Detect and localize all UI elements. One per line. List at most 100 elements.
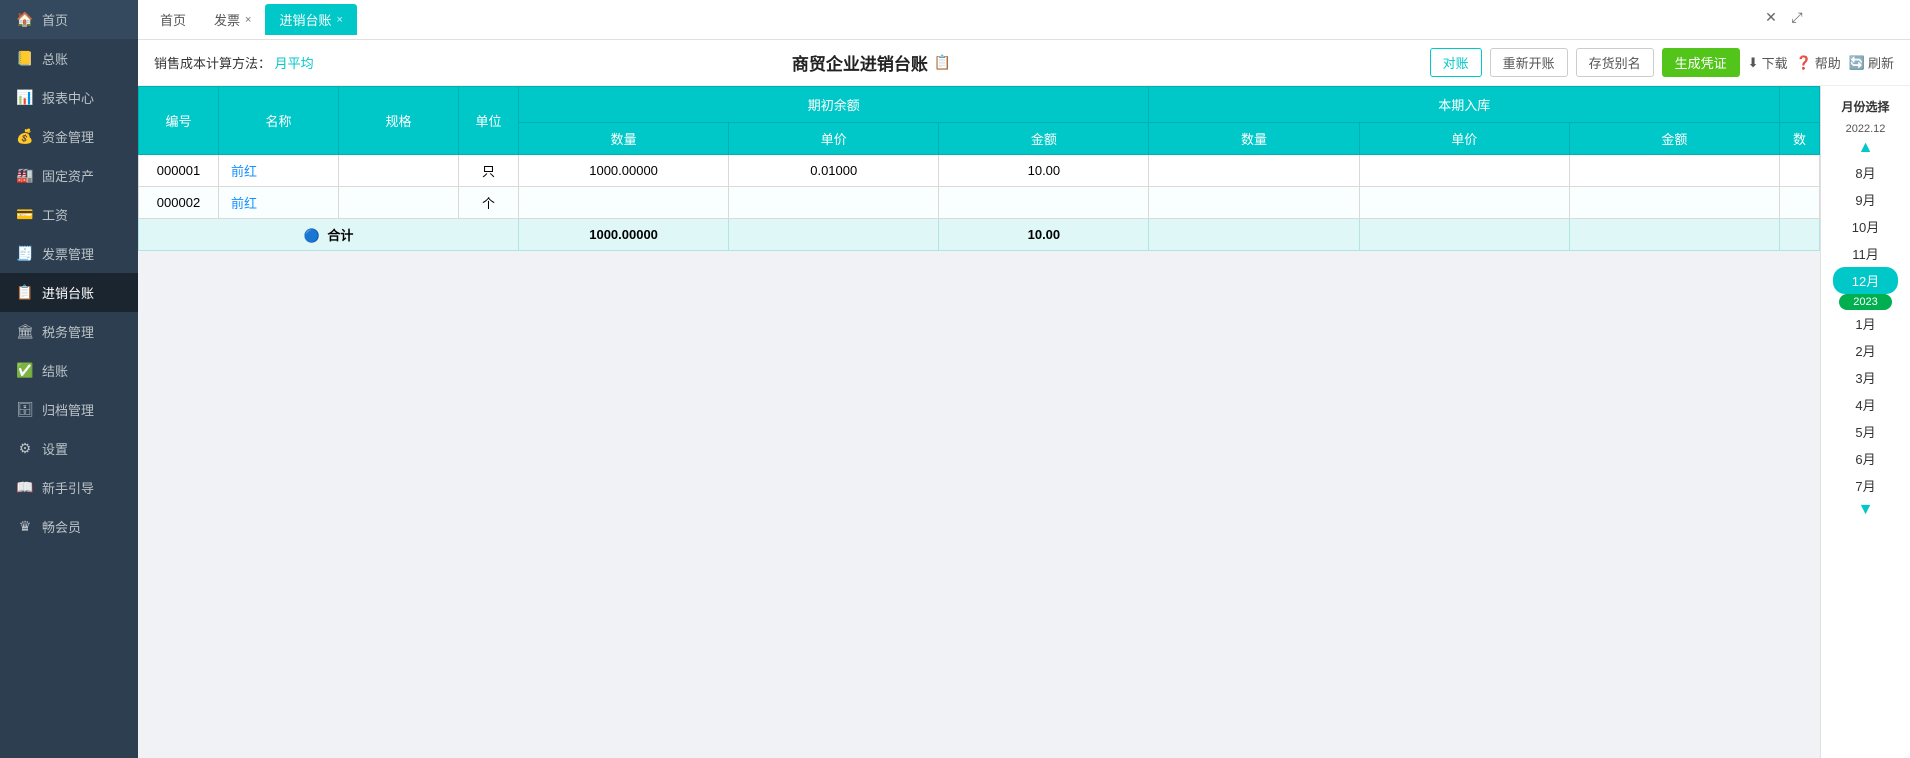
row1-unit: 只 — [459, 155, 519, 187]
download-button[interactable]: ⬇ 下载 — [1748, 53, 1788, 72]
download-icon: ⬇ — [1748, 55, 1759, 71]
total-qichu-price — [729, 219, 939, 251]
ledger-icon: 📒 — [16, 50, 34, 67]
row2-qichu-price — [729, 187, 939, 219]
month-3[interactable]: 3月 — [1821, 364, 1910, 391]
sidebar-item-fund-management[interactable]: 💰 资金管理 — [0, 117, 138, 156]
row1-qichu-price: 0.01000 — [729, 155, 939, 187]
col-header-qichu: 期初余额 — [519, 87, 1149, 123]
purchase-icon: 📋 — [16, 284, 34, 301]
col-header-ruku: 本期入库 — [1149, 87, 1780, 123]
sidebar-item-label: 结账 — [42, 361, 68, 380]
fund-icon: 💰 — [16, 128, 34, 145]
sidebar-item-report-center[interactable]: 📊 报表中心 — [0, 78, 138, 117]
total-qichu-amount: 10.00 — [939, 219, 1149, 251]
row2-spec — [339, 187, 459, 219]
sidebar: 🏠 首页 📒 总账 📊 报表中心 💰 资金管理 🏭 固定资产 💳 工资 🧾 发票… — [0, 0, 138, 758]
sidebar-item-label: 固定资产 — [42, 166, 94, 185]
month-picker: 月份选择 2022.12 ▲ 8月 9月 10月 11月 12月 2023 1月… — [1820, 86, 1910, 758]
month-1[interactable]: 1月 — [1821, 310, 1910, 337]
home-icon: 🏠 — [16, 11, 34, 28]
scroll-up-button[interactable]: ▲ — [1821, 137, 1910, 159]
table-row: 000002 前红 个 — [139, 187, 1820, 219]
month-5[interactable]: 5月 — [1821, 418, 1910, 445]
total-qichu-qty: 1000.00000 — [519, 219, 729, 251]
month-8[interactable]: 8月 — [1821, 159, 1910, 186]
dui-zhang-button[interactable]: 对账 — [1430, 48, 1482, 77]
report-icon: 📊 — [16, 89, 34, 106]
maximize-button[interactable]: ⤢ — [1788, 8, 1806, 26]
month-10[interactable]: 10月 — [1821, 213, 1910, 240]
month-4[interactable]: 4月 — [1821, 391, 1910, 418]
help-button[interactable]: ❓ 帮助 — [1796, 53, 1841, 72]
guide-icon: 📖 — [16, 479, 34, 496]
refresh-button[interactable]: 🔄 刷新 — [1849, 53, 1894, 72]
row2-unit: 个 — [459, 187, 519, 219]
sidebar-item-salary[interactable]: 💳 工资 — [0, 195, 138, 234]
table-area[interactable]: 编号 名称 规格 单位 期初余额 本期入库 数量 单价 金额 数量 单价 — [138, 86, 1820, 758]
archive-icon: 🗄 — [16, 401, 34, 418]
row2-qichu-qty — [519, 187, 729, 219]
tab-ledger[interactable]: 进销台账 × — [265, 4, 356, 35]
col-header-spec: 规格 — [339, 87, 459, 155]
row1-ruku-price — [1359, 155, 1569, 187]
sidebar-item-purchase-sales[interactable]: 📋 进销台账 — [0, 273, 138, 312]
row1-qichu-qty: 1000.00000 — [519, 155, 729, 187]
sidebar-item-fixed-assets[interactable]: 🏭 固定资产 — [0, 156, 138, 195]
month-12[interactable]: 12月 — [1833, 267, 1898, 294]
row1-id: 000001 — [139, 155, 219, 187]
gen-voucher-button[interactable]: 生成凭证 — [1662, 48, 1740, 77]
invoice-icon: 🧾 — [16, 245, 34, 262]
total-ruku-qty — [1149, 219, 1359, 251]
assets-icon: 🏭 — [16, 167, 34, 184]
row1-qichu-amount: 10.00 — [939, 155, 1149, 187]
sidebar-item-label: 发票管理 — [42, 244, 94, 263]
main-area: ✕ ⤢ 首页 发票 × 进销台账 × 销售成本计算方法： 月平均 商贸企业进销台… — [138, 0, 1910, 758]
col-sub-qichu-price: 单价 — [729, 123, 939, 155]
sidebar-item-label: 总账 — [42, 49, 68, 68]
sidebar-item-settings[interactable]: ⚙ 设置 — [0, 429, 138, 468]
month-2[interactable]: 2月 — [1821, 337, 1910, 364]
row2-id: 000002 — [139, 187, 219, 219]
month-11[interactable]: 11月 — [1821, 240, 1910, 267]
month-picker-current-year: 2022.12 — [1821, 121, 1910, 137]
row1-name: 前红 — [219, 155, 339, 187]
tab-invoice-close[interactable]: × — [245, 14, 251, 26]
sidebar-item-general-ledger[interactable]: 📒 总账 — [0, 39, 138, 78]
toolbar-actions: 对账 重新开账 存货别名 生成凭证 ⬇ 下载 ❓ 帮助 🔄 刷新 — [1430, 48, 1894, 77]
sidebar-item-label: 归档管理 — [42, 400, 94, 419]
tab-ledger-close[interactable]: × — [336, 14, 342, 26]
month-6[interactable]: 6月 — [1821, 445, 1910, 472]
col-sub-ruku-amount: 金额 — [1569, 123, 1779, 155]
scroll-down-button[interactable]: ▼ — [1821, 499, 1910, 521]
month-picker-title: 月份选择 — [1821, 94, 1910, 121]
month-7[interactable]: 7月 — [1821, 472, 1910, 499]
save-alias-button[interactable]: 存货别名 — [1576, 48, 1654, 77]
row2-ruku-amount — [1569, 187, 1779, 219]
reset-button[interactable]: 重新开账 — [1490, 48, 1568, 77]
row2-name: 前红 — [219, 187, 339, 219]
sidebar-item-label: 资金管理 — [42, 127, 94, 146]
close-button[interactable]: ✕ — [1762, 8, 1780, 26]
row2-extra — [1780, 187, 1820, 219]
col-sub-qichu-amount: 金额 — [939, 123, 1149, 155]
col-header-unit: 单位 — [459, 87, 519, 155]
tab-invoice[interactable]: 发票 × — [200, 4, 265, 35]
tab-home[interactable]: 首页 — [146, 4, 200, 35]
row2-ruku-qty — [1149, 187, 1359, 219]
sidebar-item-invoice[interactable]: 🧾 发票管理 — [0, 234, 138, 273]
sidebar-item-checkout[interactable]: ✅ 结账 — [0, 351, 138, 390]
total-label: 🔵 合计 — [139, 219, 519, 251]
sidebar-item-label: 进销台账 — [42, 283, 94, 302]
toolbar: 销售成本计算方法： 月平均 商贸企业进销台账 📋 对账 重新开账 存货别名 生成… — [138, 40, 1910, 86]
col-sub-ruku-price: 单价 — [1359, 123, 1569, 155]
month-9[interactable]: 9月 — [1821, 186, 1910, 213]
col-sub-extra: 数 — [1780, 123, 1820, 155]
sidebar-item-tax[interactable]: 🏛 税务管理 — [0, 312, 138, 351]
sidebar-item-archive[interactable]: 🗄 归档管理 — [0, 390, 138, 429]
table-row: 000001 前红 只 1000.00000 0.01000 10.00 — [139, 155, 1820, 187]
sidebar-item-home[interactable]: 🏠 首页 — [0, 0, 138, 39]
sidebar-item-membership[interactable]: ♛ 畅会员 — [0, 507, 138, 546]
tax-icon: 🏛 — [16, 323, 34, 340]
sidebar-item-guide[interactable]: 📖 新手引导 — [0, 468, 138, 507]
